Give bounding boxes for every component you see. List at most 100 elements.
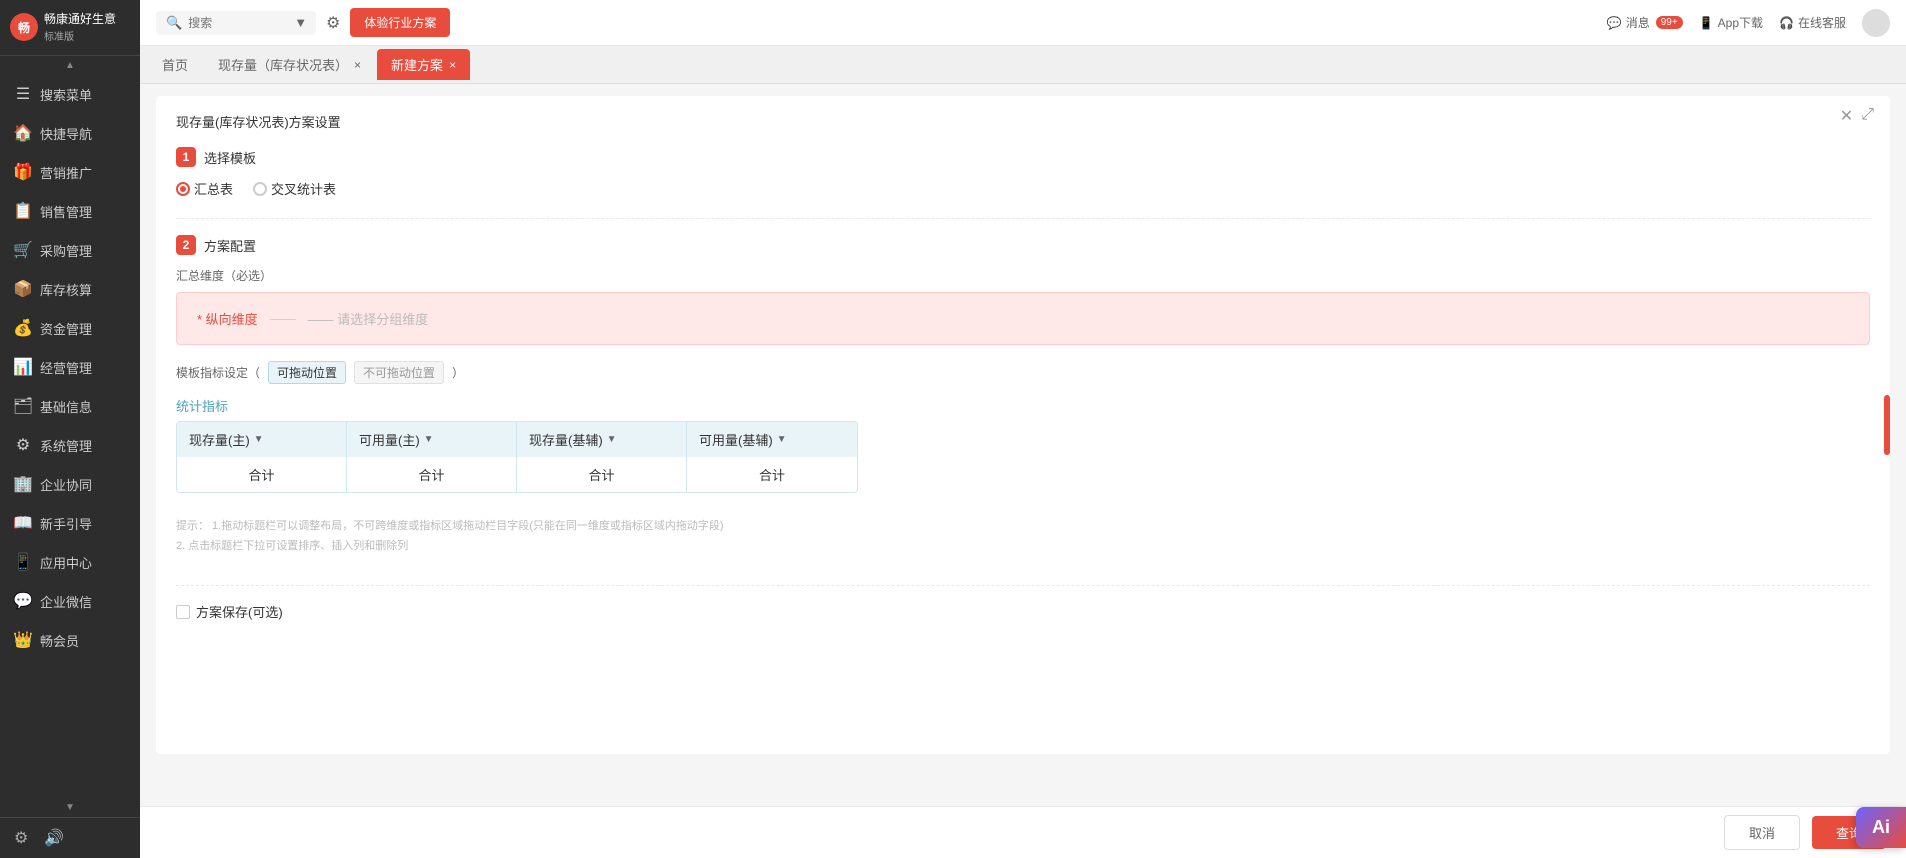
sidebar-item-app-center[interactable]: 📱 应用中心 (0, 543, 140, 582)
system-icon: ⚙ (14, 436, 32, 454)
cross-table-option[interactable]: 交叉统计表 (253, 179, 336, 198)
metrics-settings-label: 模板指标设定（ 可拖动位置 不可拖动位置 ） (176, 361, 1870, 384)
search-dropdown-icon[interactable]: ▼ (294, 15, 307, 30)
sidebar-item-label: 系统管理 (40, 436, 92, 455)
sidebar-item-label: 新手引导 (40, 514, 92, 533)
message-icon: 💬 (1607, 16, 1622, 30)
sidebar-item-quick-nav[interactable]: 🏠 快捷导航 (0, 114, 140, 153)
topbar-right: 💬 消息 99+ 📱 App下载 🎧 在线客服 (1607, 9, 1890, 37)
tabbar: 首页 现存量（库存状况表） × 新建方案 × (140, 46, 1906, 84)
tab-new-plan[interactable]: 新建方案 × (377, 49, 470, 80)
stats-title: 统计指标 (176, 396, 1870, 415)
phone-icon: 📱 (1699, 16, 1714, 30)
sidebar-item-enterprise-wechat[interactable]: 💬 企业微信 (0, 582, 140, 621)
col-header-3: 可用量(基辅) ▼ (687, 422, 857, 457)
col-1-dropdown[interactable]: ▼ (424, 434, 434, 445)
user-avatar[interactable] (1862, 9, 1890, 37)
sidebar-item-label: 资金管理 (40, 319, 92, 338)
sidebar-item-label: 采购管理 (40, 241, 92, 260)
main-content: 🔍 ▼ ⚙ 体验行业方案 💬 消息 99+ 📱 App下载 🎧 在线客服 (140, 0, 1906, 858)
sidebar-item-label: 销售管理 (40, 202, 92, 221)
speaker-footer-icon[interactable]: 🔊 (44, 828, 64, 848)
tab-inventory-status[interactable]: 现存量（库存状况表） × (204, 49, 375, 80)
sidebar-item-management[interactable]: 📊 经营管理 (0, 348, 140, 387)
col-2-dropdown[interactable]: ▼ (607, 434, 617, 445)
col-3-dropdown[interactable]: ▼ (777, 434, 787, 445)
section1-header: 1 选择模板 (176, 147, 1870, 167)
search-menu-icon: ☰ (14, 85, 32, 103)
panel-title: 现存量(库存状况表)方案设置 (176, 112, 1870, 131)
draggable-indicator: 可拖动位置 (268, 361, 346, 384)
sidebar-item-finance[interactable]: 💰 资金管理 (0, 309, 140, 348)
purchase-icon: 🛒 (14, 241, 32, 259)
sidebar-item-search-menu[interactable]: ☰ 搜索菜单 (0, 75, 140, 114)
section-divider-2 (176, 585, 1870, 586)
sales-icon: 📋 (14, 202, 32, 220)
tab-close-new-plan[interactable]: × (449, 58, 456, 72)
col-body-3: 合计 (687, 457, 857, 492)
headset-icon: 🎧 (1779, 16, 1794, 30)
sidebar-item-system[interactable]: ⚙ 系统管理 (0, 426, 140, 465)
sidebar-item-newbie[interactable]: 📖 新手引导 (0, 504, 140, 543)
tab-home[interactable]: 首页 (148, 49, 202, 80)
sidebar-scroll-down[interactable]: ▼ (0, 798, 140, 817)
col-header-0: 现存量(主) ▼ (177, 422, 347, 457)
sidebar-item-label: 企业微信 (40, 592, 92, 611)
panel-controls: ✕ ⤢ (1840, 106, 1874, 126)
section-template: 1 选择模板 汇总表 交叉统计表 (176, 147, 1870, 198)
sidebar: 畅 畅康通好生意 标准版 ▲ ☰ 搜索菜单 🏠 快捷导航 🎁 营销推广 📋 销售… (0, 0, 140, 858)
app-download-button[interactable]: 📱 App下载 (1699, 14, 1763, 31)
gear-icon[interactable]: ⚙ (326, 13, 340, 33)
scroll-handle[interactable] (1884, 395, 1890, 455)
sidebar-item-label: 应用中心 (40, 553, 92, 572)
messages-button[interactable]: 💬 消息 99+ (1607, 14, 1683, 31)
cancel-button[interactable]: 取消 (1724, 815, 1800, 850)
ai-badge[interactable]: Ai (1856, 807, 1906, 848)
sidebar-item-company[interactable]: 🏢 企业协同 (0, 465, 140, 504)
sidebar-item-basic-info[interactable]: 🗂 基础信息 (0, 387, 140, 426)
sidebar-item-label: 基础信息 (40, 397, 92, 416)
col-header-1: 可用量(主) ▼ (347, 422, 517, 457)
cross-radio[interactable] (253, 182, 267, 196)
stats-section: 统计指标 现存量(主) ▼ 可用量(主) ▼ (176, 396, 1870, 493)
company-icon: 🏢 (14, 475, 32, 493)
undraggable-indicator: 不可拖动位置 (354, 361, 444, 384)
bottom-bar: 取消 查询 (140, 806, 1906, 858)
logo-text: 畅康通好生意 标准版 (44, 12, 116, 43)
tab-close-inventory[interactable]: × (354, 58, 361, 72)
template-options: 汇总表 交叉统计表 (176, 179, 1870, 198)
search-input[interactable] (188, 16, 288, 30)
wechat-icon: 💬 (14, 592, 32, 610)
finance-icon: 💰 (14, 319, 32, 337)
sidebar-item-sales[interactable]: 📋 销售管理 (0, 192, 140, 231)
stats-table: 现存量(主) ▼ 可用量(主) ▼ 现存量(基辅) ▼ (176, 421, 858, 493)
newbie-icon: 📖 (14, 514, 32, 532)
sidebar-item-purchase[interactable]: 🛒 采购管理 (0, 231, 140, 270)
sidebar-item-label: 经营管理 (40, 358, 92, 377)
sidebar-item-marketing[interactable]: 🎁 营销推广 (0, 153, 140, 192)
sidebar-item-member[interactable]: 👑 畅会员 (0, 621, 140, 660)
main-panel: ✕ ⤢ 现存量(库存状况表)方案设置 1 选择模板 汇总表 交叉统 (156, 96, 1890, 754)
summary-table-option[interactable]: 汇总表 (176, 179, 233, 198)
warning-row: * 纵向维度 —— —— 请选择分组维度 (197, 309, 1849, 328)
section-config: 2 方案配置 汇总维度（必选） * 纵向维度 —— —— 请选择分组维度 模板指… (176, 235, 1870, 565)
online-service-button[interactable]: 🎧 在线客服 (1779, 14, 1846, 31)
expand-panel-button[interactable]: ⤢ (1861, 106, 1874, 126)
sidebar-item-label: 企业协同 (40, 475, 92, 494)
trial-button[interactable]: 体验行业方案 (350, 8, 450, 37)
summary-radio[interactable] (176, 182, 190, 196)
member-icon: 👑 (14, 631, 32, 649)
sidebar-item-inventory[interactable]: 📦 库存核算 (0, 270, 140, 309)
settings-footer-icon[interactable]: ⚙ (14, 828, 28, 848)
stats-table-body: 合计 合计 合计 合计 (177, 457, 857, 492)
col-0-dropdown[interactable]: ▼ (254, 434, 264, 445)
close-panel-button[interactable]: ✕ (1840, 106, 1853, 126)
sidebar-item-label: 快捷导航 (40, 124, 92, 143)
col-header-2: 现存量(基辅) ▼ (517, 422, 687, 457)
sidebar-scroll-up[interactable]: ▲ (0, 56, 140, 75)
topbar-search-container: 🔍 ▼ (156, 11, 316, 35)
sidebar-item-label: 营销推广 (40, 163, 92, 182)
save-checkbox[interactable] (176, 605, 190, 619)
gift-icon: 🎁 (14, 163, 32, 181)
home-icon: 🏠 (14, 124, 32, 142)
